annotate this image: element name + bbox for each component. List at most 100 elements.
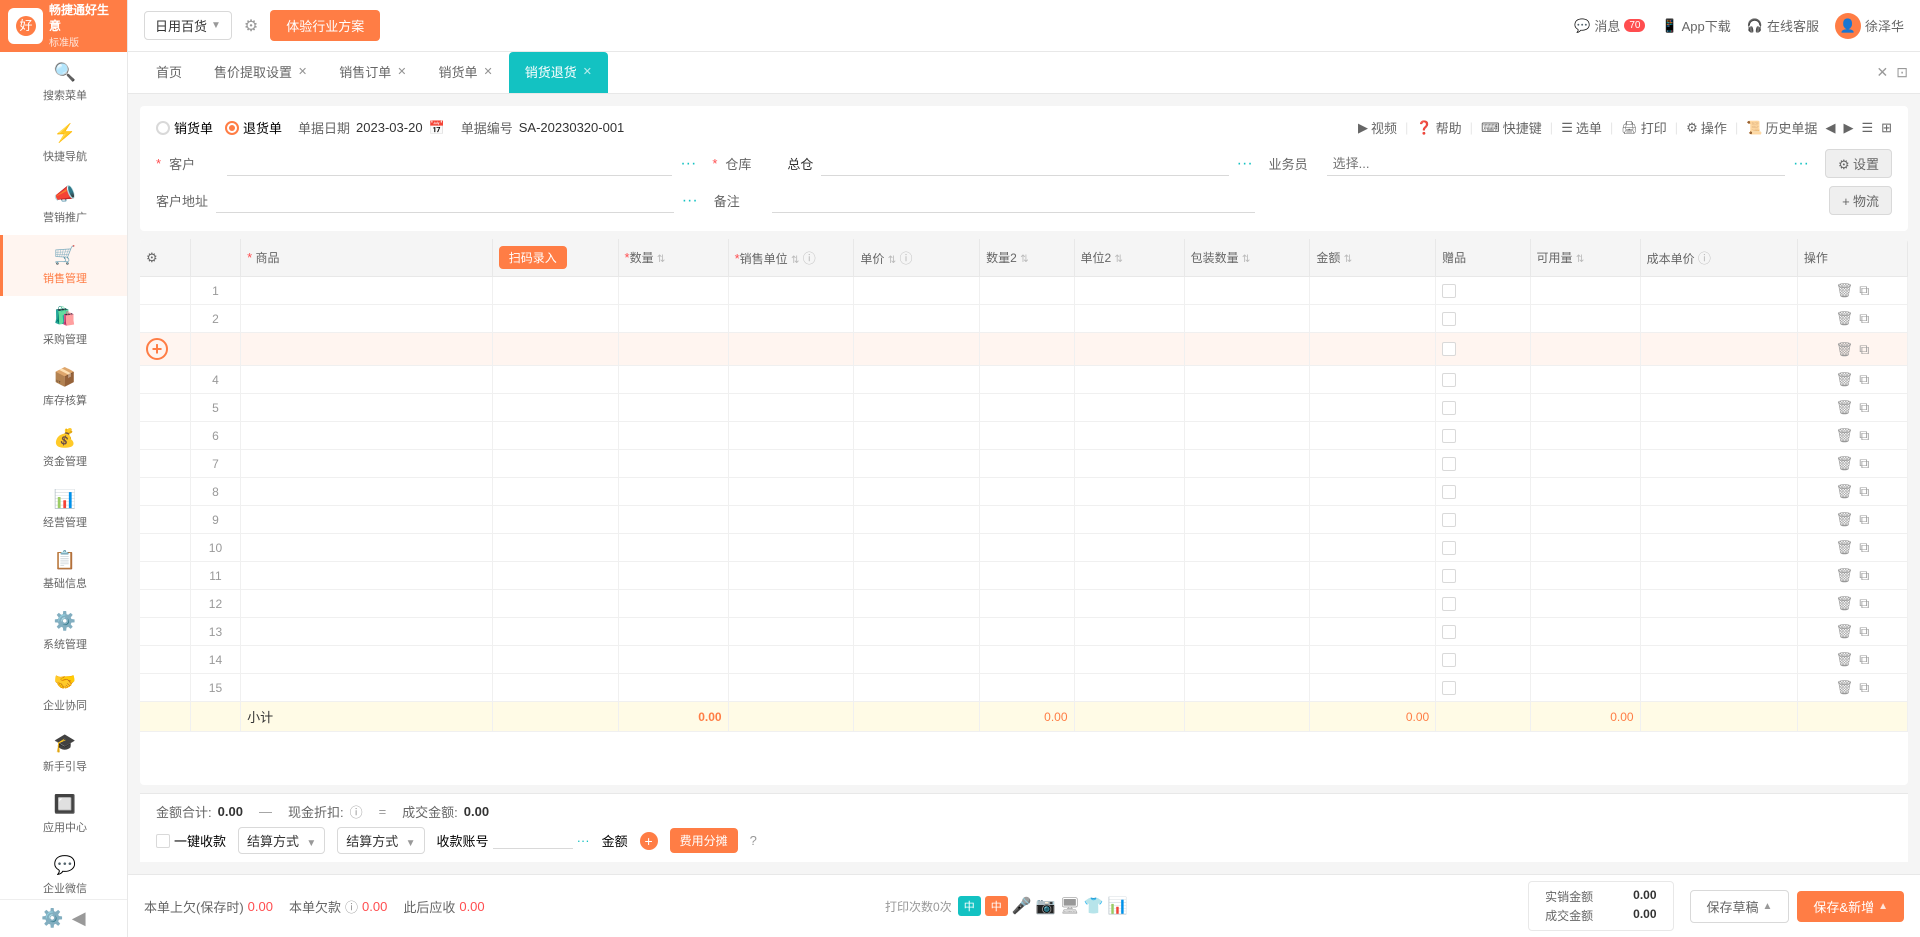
add-payment-btn[interactable]: +	[640, 832, 658, 850]
toolbar-history-btn[interactable]: 📜 历史单据	[1746, 118, 1817, 137]
industry-select[interactable]: 日用百货 ▼	[144, 11, 232, 40]
delete-row-15-icon[interactable]: 🗑	[1836, 679, 1854, 696]
copy-row-7-icon[interactable]: ⧉	[1859, 455, 1869, 472]
sidebar-item-basics[interactable]: 📋 基础信息	[0, 540, 127, 601]
staff-select-icon[interactable]: ···	[1793, 155, 1809, 173]
delete-row-12-icon[interactable]: 🗑	[1836, 595, 1854, 612]
copy-row-4-icon[interactable]: ⧉	[1859, 371, 1869, 388]
onepay-check-box[interactable]	[156, 834, 170, 848]
onepay-checkbox[interactable]: 一键收款	[156, 831, 226, 850]
qty2-sort-icon[interactable]: ⇅	[1020, 254, 1028, 265]
sidebar-item-appstore[interactable]: 🔲 应用中心	[0, 784, 127, 845]
settings-btn[interactable]: ⚙ 设置	[1825, 149, 1892, 178]
sidebar-item-guide[interactable]: 🎓 新手引导	[0, 723, 127, 784]
copy-row-8-icon[interactable]: ⧉	[1859, 483, 1869, 500]
current-debt-icon[interactable]: ⓘ	[345, 897, 358, 916]
row-product-3[interactable]	[241, 333, 493, 366]
delete-row-9-icon[interactable]: 🗑	[1836, 511, 1854, 528]
sidebar-item-enterprise[interactable]: 🤝 企业协同	[0, 662, 127, 723]
copy-row-3-icon[interactable]: ⧉	[1859, 341, 1869, 358]
toolbar-prev-btn[interactable]: ◀	[1825, 120, 1835, 136]
user-avatar-btn[interactable]: 👤 徐泽华	[1835, 13, 1904, 39]
costprice-info-icon[interactable]: ⓘ	[1698, 251, 1711, 266]
sidebar-item-shortcut[interactable]: ⚡ 快捷导航	[0, 113, 127, 174]
sidebar-item-inventory[interactable]: 📦 库存核算	[0, 357, 127, 418]
radio-return[interactable]: 退货单	[225, 118, 282, 137]
delete-row-6-icon[interactable]: 🗑	[1836, 427, 1854, 444]
account-select-icon[interactable]: ···	[577, 833, 590, 848]
logistics-btn[interactable]: + 物流	[1829, 186, 1892, 215]
copy-row-2-icon[interactable]: ⧉	[1859, 310, 1869, 327]
toolbar-list-icon[interactable]: ☰	[1861, 120, 1873, 136]
method-select[interactable]: 结算方式 ▼	[238, 827, 325, 854]
online-service-btn[interactable]: 🎧 在线客服	[1747, 16, 1819, 35]
remarks-input[interactable]	[772, 189, 1256, 213]
expand-icon[interactable]: ⊡	[1896, 64, 1908, 81]
copy-row-6-icon[interactable]: ⧉	[1859, 427, 1869, 444]
date-value[interactable]: 2023-03-20	[356, 120, 423, 135]
qty-sort-icon[interactable]: ⇅	[657, 254, 665, 265]
amount-sort-icon[interactable]: ⇅	[1344, 254, 1352, 265]
tab-sales-close[interactable]: ✕	[484, 65, 493, 78]
scan-btn[interactable]: 扫码录入	[499, 246, 567, 269]
sidebar-settings-icon[interactable]: ⚙️	[41, 908, 63, 929]
delete-row-1-icon[interactable]: 🗑	[1836, 282, 1854, 299]
tab-sales-order-close[interactable]: ✕	[397, 65, 406, 78]
gift-checkbox-13[interactable]	[1442, 625, 1456, 639]
gift-checkbox-7[interactable]	[1442, 457, 1456, 471]
delete-row-5-icon[interactable]: 🗑	[1836, 399, 1854, 416]
product-input-3[interactable]	[247, 342, 486, 357]
calendar-icon[interactable]: 📅	[429, 120, 445, 136]
product-input-1[interactable]	[247, 283, 486, 298]
delete-row-14-icon[interactable]: 🗑	[1836, 651, 1854, 668]
delete-row-4-icon[interactable]: 🗑	[1836, 371, 1854, 388]
sidebar-item-sales[interactable]: 🛒 销售管理	[0, 235, 127, 296]
gift-checkbox-6[interactable]	[1442, 429, 1456, 443]
gift-checkbox-3[interactable]	[1442, 342, 1456, 356]
gift-checkbox-15[interactable]	[1442, 681, 1456, 695]
toolbar-print-btn[interactable]: 🖨 打印	[1621, 118, 1667, 137]
toolbar-help-btn[interactable]: ❓ 帮助	[1416, 118, 1461, 137]
gift-checkbox-9[interactable]	[1442, 513, 1456, 527]
staff-input[interactable]	[1327, 152, 1785, 176]
copy-row-12-icon[interactable]: ⧉	[1859, 595, 1869, 612]
sidebar-item-search[interactable]: 🔍 搜索菜单	[0, 52, 127, 113]
radio-sales[interactable]: 销货单	[156, 118, 213, 137]
save-new-btn[interactable]: 保存&新增 ▲	[1797, 891, 1904, 922]
tab-price-settings-close[interactable]: ✕	[298, 65, 307, 78]
price-info-icon[interactable]: ⓘ	[899, 251, 912, 266]
copy-row-11-icon[interactable]: ⧉	[1859, 567, 1869, 584]
gift-checkbox-14[interactable]	[1442, 653, 1456, 667]
sidebar-item-purchase[interactable]: 🛍️ 采购管理	[0, 296, 127, 357]
payment-help-icon[interactable]: ?	[750, 833, 757, 848]
sidebar-item-finance[interactable]: 💰 资金管理	[0, 418, 127, 479]
unit2-sort-icon[interactable]: ⇅	[1115, 254, 1123, 265]
toolbar-select-btn[interactable]: ☰ 选单	[1561, 118, 1602, 137]
gift-checkbox-2[interactable]	[1442, 312, 1456, 326]
experience-btn[interactable]: 体验行业方案	[270, 10, 380, 41]
gift-checkbox-12[interactable]	[1442, 597, 1456, 611]
warehouse-select-icon[interactable]: ···	[1237, 155, 1253, 173]
gift-checkbox-4[interactable]	[1442, 373, 1456, 387]
copy-row-9-icon[interactable]: ⧉	[1859, 511, 1869, 528]
avail-sort-icon[interactable]: ⇅	[1576, 254, 1584, 265]
close-tab-icon[interactable]: ✕	[1877, 64, 1889, 81]
copy-row-10-icon[interactable]: ⧉	[1859, 539, 1869, 556]
add-row-btn[interactable]: +	[146, 338, 168, 360]
tab-home[interactable]: 首页	[140, 52, 198, 93]
gift-checkbox-11[interactable]	[1442, 569, 1456, 583]
address-input[interactable]	[216, 189, 674, 213]
row-product-1[interactable]	[241, 277, 493, 305]
gift-checkbox-1[interactable]	[1442, 284, 1456, 298]
gift-checkbox-8[interactable]	[1442, 485, 1456, 499]
tab-sales-order[interactable]: 销售订单 ✕	[323, 52, 422, 93]
app-download-btn[interactable]: 📱 App下载	[1661, 16, 1730, 35]
address-select-icon[interactable]: ···	[682, 192, 698, 210]
footer-icon-1[interactable]: 中	[958, 896, 981, 916]
customer-input[interactable]	[227, 152, 672, 176]
topbar-gear-icon[interactable]: ⚙	[244, 16, 258, 36]
delete-row-2-icon[interactable]: 🗑	[1836, 310, 1854, 327]
copy-row-1-icon[interactable]: ⧉	[1859, 282, 1869, 299]
sidebar-item-marketing[interactable]: 📣 营销推广	[0, 174, 127, 235]
pkgqty-sort-icon[interactable]: ⇅	[1242, 254, 1250, 265]
